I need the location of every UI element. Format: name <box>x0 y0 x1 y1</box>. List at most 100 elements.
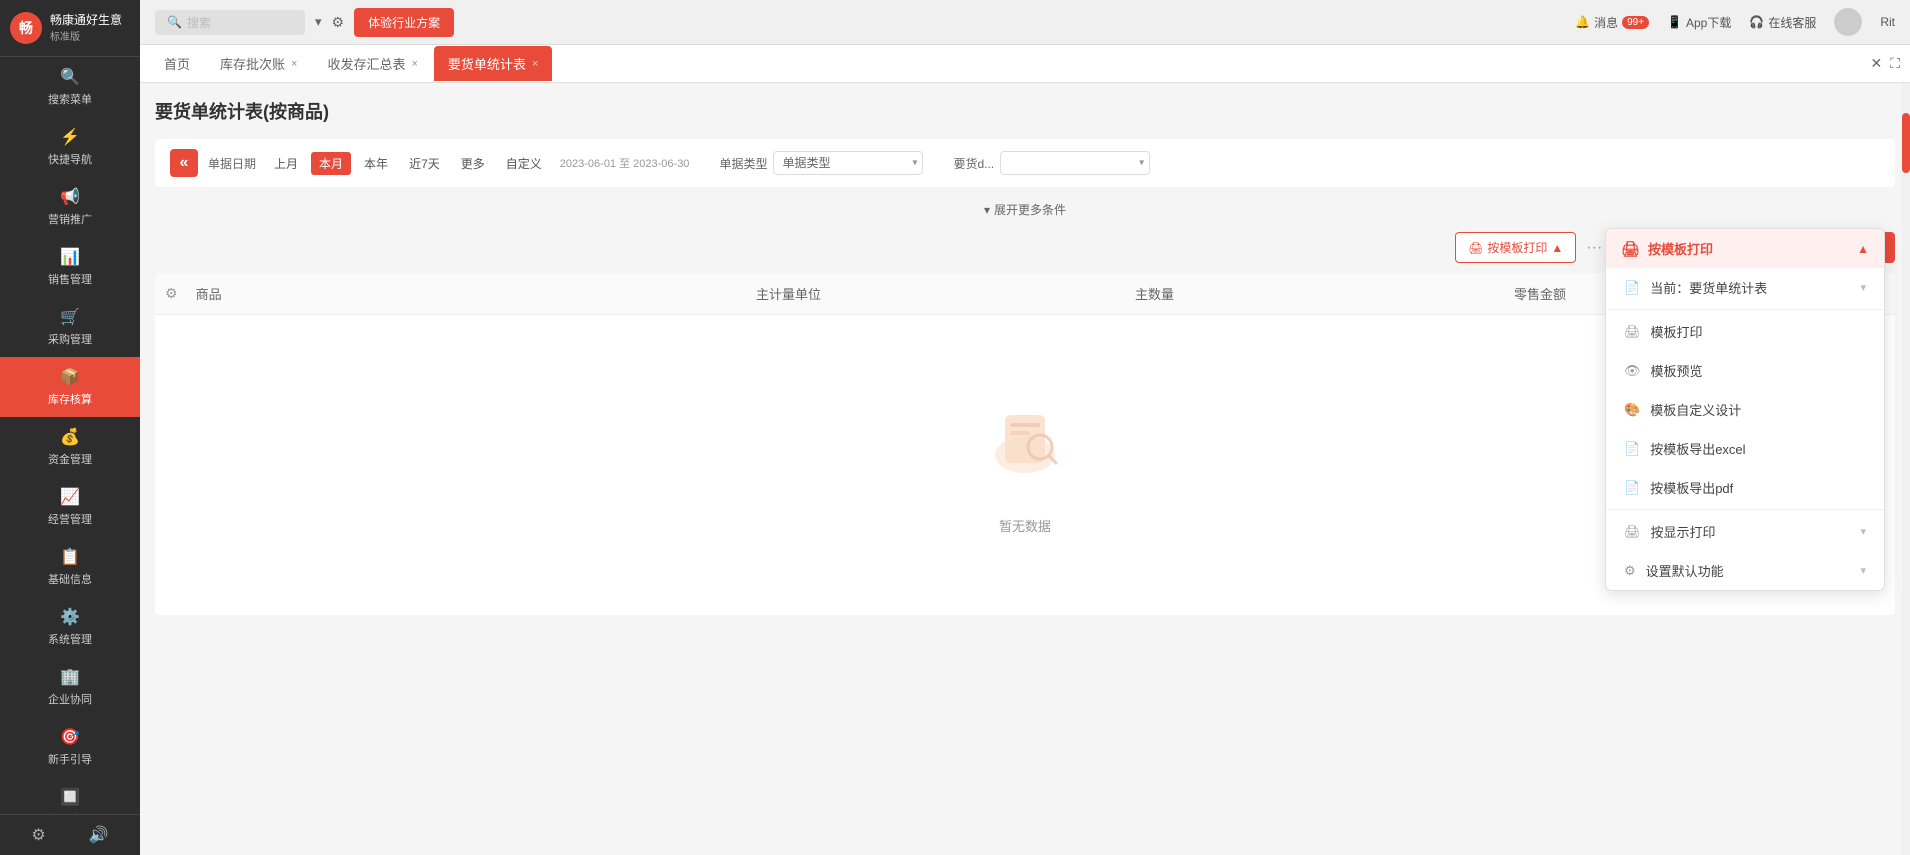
dropdown-set-default[interactable]: ⚙ 设置默认功能 ▾ <box>1606 551 1884 590</box>
col-product: 商品 <box>188 284 748 303</box>
notification-badge: 99+ <box>1622 16 1649 29</box>
display-print-left: 🖨 按显示打印 <box>1624 522 1716 541</box>
topbar-gear-icon[interactable]: ⚙ <box>332 14 345 31</box>
template-preview-icon: 👁 <box>1624 363 1641 379</box>
dropdown-template-custom[interactable]: 🎨 模板自定义设计 <box>1606 390 1884 429</box>
user-avatar[interactable] <box>1834 8 1862 36</box>
set-default-label: 设置默认功能 <box>1646 561 1724 580</box>
dropdown-divider-2 <box>1606 509 1884 510</box>
template-custom-icon: 🎨 <box>1624 402 1640 418</box>
bell-icon: 🔔 <box>1575 15 1590 29</box>
template-excel-icon: 📄 <box>1624 441 1640 457</box>
doc-type-select[interactable]: 单据类型 <box>773 151 923 175</box>
template-icon: 📄 <box>1624 280 1640 296</box>
dropdown-template-print[interactable]: 🖨 模板打印 <box>1606 312 1884 351</box>
template-print-label: 模板打印 <box>1651 322 1703 341</box>
content-area: 要货单统计表(按商品) « 单据日期 上月 本月 本年 近7天 更多 自定义 2… <box>140 83 1910 855</box>
tab-home[interactable]: 首页 <box>150 46 204 81</box>
sidebar-item-label: 新手引导 <box>48 751 92 767</box>
dropdown-template-excel[interactable]: 📄 按模板导出excel <box>1606 429 1884 468</box>
sidebar-item-marketing[interactable]: 📢 营销推广 <box>0 177 140 237</box>
print-label: 按模板打印 <box>1487 239 1547 256</box>
sidebar-item-newbie[interactable]: 🎯 新手引导 <box>0 717 140 777</box>
sidebar-item-apps[interactable]: 🔲 应用中心 <box>0 777 140 814</box>
main-content: 🔍 搜索 ▾ ⚙ 体验行业方案 🔔 消息 99+ 📱 App下载 🎧 在线客服 … <box>140 0 1910 855</box>
sidebar-item-finance[interactable]: 💰 资金管理 <box>0 417 140 477</box>
tab-close-window-btn[interactable]: ✕ <box>1870 55 1882 72</box>
filter-expand-btn[interactable]: « <box>170 149 198 177</box>
expand-more-btn[interactable]: ▾ 展开更多条件 <box>974 197 1076 222</box>
tab-inventory-batch[interactable]: 库存批次账 × <box>206 46 311 81</box>
empty-icon <box>980 395 1070 501</box>
dropdown-current-template[interactable]: 📄 当前：要货单统计表 ▾ <box>1606 268 1884 307</box>
sidebar-item-operation[interactable]: 📈 经营管理 <box>0 477 140 537</box>
online-service-item[interactable]: 🎧 在线客服 <box>1749 14 1816 31</box>
dropdown-display-print[interactable]: 🖨 按显示打印 ▾ <box>1606 512 1884 551</box>
topbar-chevron-icon[interactable]: ▾ <box>315 14 322 30</box>
sidebar: 畅 畅康通好生意 标准版 🔍 搜索菜单 ⚡ 快捷导航 📢 营销推广 📊 销售管理… <box>0 0 140 855</box>
right-scrollbar[interactable] <box>1902 83 1910 855</box>
table-settings-icon[interactable]: ⚙ <box>165 285 178 302</box>
tab-expand-btn[interactable]: ⛶ <box>1890 55 1900 72</box>
tab-requisition-stats[interactable]: 要货单统计表 × <box>434 46 552 81</box>
dropdown-header[interactable]: 🖨 按模板打印 ▲ <box>1606 229 1884 268</box>
print-btn[interactable]: 🖨 按模板打印 ▲ <box>1455 232 1576 263</box>
print-icon: 🖨 <box>1468 241 1483 255</box>
notifications-item[interactable]: 🔔 消息 99+ <box>1575 14 1649 31</box>
settings-bottom-icon[interactable]: ⚙ <box>31 825 45 845</box>
col-quantity: 主数量 <box>1127 284 1506 303</box>
sidebar-item-search[interactable]: 🔍 搜索菜单 <box>0 57 140 117</box>
sidebar-item-basic[interactable]: 📋 基础信息 <box>0 537 140 597</box>
last7days-btn[interactable]: 近7天 <box>401 152 448 175</box>
trend-icon: 📈 <box>60 487 80 507</box>
tab-receivable-summary-close[interactable]: × <box>411 58 417 70</box>
date-filter-label: 单据日期 <box>208 155 256 172</box>
app-download-label: App下载 <box>1686 14 1731 31</box>
app-download-item[interactable]: 📱 App下载 <box>1667 14 1731 31</box>
tabs-right: ✕ ⛶ <box>1870 55 1900 72</box>
dropdown-current-label: 当前：要货单统计表 <box>1650 278 1767 297</box>
sidebar-item-sales[interactable]: 📊 销售管理 <box>0 237 140 297</box>
speaker-icon[interactable]: 🔊 <box>89 825 109 845</box>
prev-month-btn[interactable]: 上月 <box>266 152 306 175</box>
app-badge: 标准版 <box>50 28 122 43</box>
set-default-icon: ⚙ <box>1624 563 1636 579</box>
industry-btn[interactable]: 体验行业方案 <box>354 8 454 37</box>
tab-requisition-stats-label: 要货单统计表 <box>448 54 526 73</box>
current-year-btn[interactable]: 本年 <box>356 152 396 175</box>
empty-illustration <box>980 395 1070 485</box>
sidebar-item-corp[interactable]: 🏢 企业协同 <box>0 657 140 717</box>
tab-requisition-stats-close[interactable]: × <box>532 58 538 70</box>
yaohuodanlei-select[interactable] <box>1000 151 1150 175</box>
template-custom-label: 模板自定义设计 <box>1650 400 1741 419</box>
template-pdf-label: 按模板导出pdf <box>1650 478 1733 497</box>
display-print-arrow: ▾ <box>1860 525 1866 538</box>
yaohuodanlei-label: 要货d... <box>953 155 994 172</box>
tab-bar: 首页 库存批次账 × 收发存汇总表 × 要货单统计表 × ✕ ⛶ <box>140 45 1910 83</box>
display-print-label: 按显示打印 <box>1651 522 1716 541</box>
sidebar-item-label: 经营管理 <box>48 511 92 527</box>
sidebar-item-system[interactable]: ⚙️ 系统管理 <box>0 597 140 657</box>
tab-receivable-summary[interactable]: 收发存汇总表 × <box>313 46 431 81</box>
topbar-search[interactable]: 🔍 搜索 <box>155 10 305 35</box>
template-preview-label: 模板预览 <box>1651 361 1703 380</box>
tab-inventory-batch-close[interactable]: × <box>291 58 297 70</box>
more-date-btn[interactable]: 更多 <box>453 152 493 175</box>
sidebar-item-label: 企业协同 <box>48 691 92 707</box>
expand-more-label: 展开更多条件 <box>994 201 1066 218</box>
custom-date-btn[interactable]: 自定义 <box>498 152 550 175</box>
current-month-btn[interactable]: 本月 <box>311 152 351 175</box>
online-service-label: 在线客服 <box>1768 14 1816 31</box>
dropdown-template-preview[interactable]: 👁 模板预览 <box>1606 351 1884 390</box>
search-icon: 🔍 <box>60 67 80 87</box>
dropdown-template-pdf[interactable]: 📄 按模板导出pdf <box>1606 468 1884 507</box>
set-default-left: ⚙ 设置默认功能 <box>1624 561 1724 580</box>
sidebar-item-purchase[interactable]: 🛒 采购管理 <box>0 297 140 357</box>
sidebar-item-inventory[interactable]: 📦 库存核算 <box>0 357 140 417</box>
more-options-icon[interactable]: ··· <box>1586 239 1602 257</box>
topbar-right: 🔔 消息 99+ 📱 App下载 🎧 在线客服 Rit <box>1575 8 1895 36</box>
sidebar-item-quick-nav[interactable]: ⚡ 快捷导航 <box>0 117 140 177</box>
box-icon: 📦 <box>60 367 80 387</box>
sidebar-item-label: 资金管理 <box>48 451 92 467</box>
printer-header-icon: 🖨 <box>1621 240 1640 258</box>
